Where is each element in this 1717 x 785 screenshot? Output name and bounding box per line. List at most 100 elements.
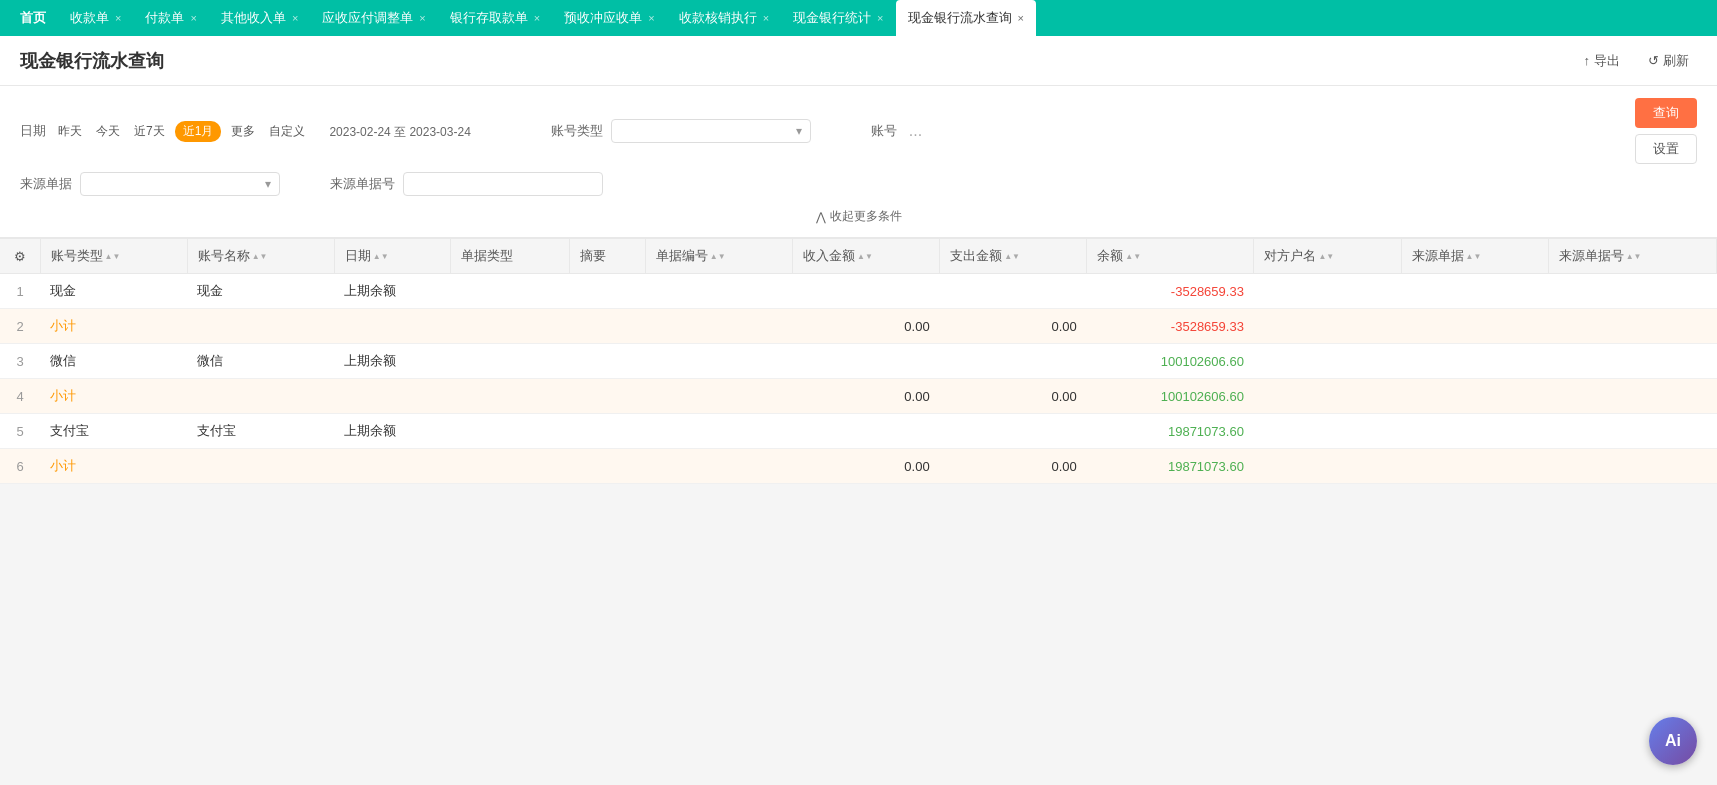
date-range-display: 2023-02-24 至 2023-03-24 bbox=[329, 122, 470, 141]
nav-cash-bank-stats-close[interactable]: × bbox=[877, 12, 883, 24]
table-header-row: ⚙ 账号类型▲▼ 账号名称▲▼ 日期▲▼ 单据类型 摘要 单据编号▲▼ 收入金额… bbox=[0, 239, 1717, 274]
row-account-name: 现金 bbox=[187, 274, 334, 309]
col-doc-type[interactable]: 单据类型 bbox=[451, 239, 569, 274]
account-type-select[interactable]: ▾ bbox=[611, 119, 811, 143]
sort-icon-date: ▲▼ bbox=[373, 252, 389, 261]
row-summary bbox=[569, 309, 645, 344]
date-btn-yesterday[interactable]: 昨天 bbox=[54, 121, 86, 142]
source-doc-no-label: 来源单据号 bbox=[330, 175, 395, 193]
table-row: 3微信微信上期余额100102606.60 bbox=[0, 344, 1717, 379]
date-btn-today[interactable]: 今天 bbox=[92, 121, 124, 142]
source-doc-label: 来源单据 bbox=[20, 175, 72, 193]
nav-receipt-label: 收款单 bbox=[70, 9, 109, 27]
col-summary[interactable]: 摘要 bbox=[569, 239, 645, 274]
nav-item-ar-ap-adjust[interactable]: 应收应付调整单 × bbox=[310, 0, 437, 36]
row-source-doc bbox=[1401, 344, 1548, 379]
row-income: 0.00 bbox=[792, 449, 939, 484]
nav-bank-deposit-close[interactable]: × bbox=[534, 12, 540, 24]
table-row: 1现金现金上期余额-3528659.33 bbox=[0, 274, 1717, 309]
nav-receipt-close[interactable]: × bbox=[115, 12, 121, 24]
row-account-type: 小计 bbox=[40, 379, 187, 414]
row-doc-type bbox=[451, 274, 569, 309]
source-doc-select[interactable]: ▾ bbox=[80, 172, 280, 196]
nav-item-cash-bank-flow[interactable]: 现金银行流水查询 × bbox=[896, 0, 1036, 36]
table-settings-icon[interactable]: ⚙ bbox=[14, 249, 26, 264]
row-balance: 100102606.60 bbox=[1087, 379, 1254, 414]
row-summary bbox=[569, 344, 645, 379]
row-expense bbox=[940, 344, 1087, 379]
row-doc-no bbox=[645, 274, 792, 309]
nav-item-collection-exec[interactable]: 收款核销执行 × bbox=[667, 0, 781, 36]
source-doc-no-filter-group: 来源单据号 bbox=[330, 172, 603, 196]
nav-item-cash-bank-stats[interactable]: 现金银行统计 × bbox=[781, 0, 895, 36]
row-summary bbox=[569, 449, 645, 484]
source-doc-no-input[interactable] bbox=[403, 172, 603, 196]
row-date: 上期余额 bbox=[334, 414, 451, 449]
row-balance: -3528659.33 bbox=[1087, 274, 1254, 309]
row-account-type: 小计 bbox=[40, 449, 187, 484]
col-settings[interactable]: ⚙ bbox=[0, 239, 40, 274]
account-type-label: 账号类型 bbox=[551, 122, 603, 140]
row-summary bbox=[569, 274, 645, 309]
nav-cash-bank-stats-label: 现金银行统计 bbox=[793, 9, 871, 27]
nav-payment-close[interactable]: × bbox=[190, 12, 196, 24]
data-table: ⚙ 账号类型▲▼ 账号名称▲▼ 日期▲▼ 单据类型 摘要 单据编号▲▼ 收入金额… bbox=[0, 238, 1717, 484]
row-no: 1 bbox=[0, 274, 40, 309]
col-source-doc[interactable]: 来源单据▲▼ bbox=[1401, 239, 1548, 274]
sort-icon-expense: ▲▼ bbox=[1004, 252, 1020, 261]
nav-ar-ap-close[interactable]: × bbox=[419, 12, 425, 24]
col-income[interactable]: 收入金额▲▼ bbox=[792, 239, 939, 274]
query-button[interactable]: 查询 bbox=[1635, 98, 1697, 128]
nav-advance-offset-close[interactable]: × bbox=[648, 12, 654, 24]
row-balance: -3528659.33 bbox=[1087, 309, 1254, 344]
date-btn-7days[interactable]: 近7天 bbox=[130, 121, 169, 142]
nav-item-payment[interactable]: 付款单 × bbox=[133, 0, 208, 36]
col-balance[interactable]: 余额▲▼ bbox=[1087, 239, 1254, 274]
row-source-doc-no bbox=[1548, 274, 1716, 309]
col-expense[interactable]: 支出金额▲▼ bbox=[940, 239, 1087, 274]
date-btn-1month[interactable]: 近1月 bbox=[175, 121, 222, 142]
nav-item-home[interactable]: 首页 bbox=[8, 0, 58, 36]
date-btn-more[interactable]: 更多 bbox=[227, 121, 259, 142]
row-source-doc-no bbox=[1548, 309, 1716, 344]
row-counterparty bbox=[1254, 344, 1401, 379]
nav-home-label: 首页 bbox=[20, 9, 46, 27]
row-account-name bbox=[187, 449, 334, 484]
row-no: 6 bbox=[0, 449, 40, 484]
row-date: 上期余额 bbox=[334, 344, 451, 379]
row-account-name bbox=[187, 379, 334, 414]
source-doc-filter-group: 来源单据 ▾ bbox=[20, 172, 280, 196]
row-counterparty bbox=[1254, 274, 1401, 309]
row-doc-no bbox=[645, 449, 792, 484]
nav-item-receipt[interactable]: 收款单 × bbox=[58, 0, 133, 36]
nav-item-other-income[interactable]: 其他收入单 × bbox=[209, 0, 310, 36]
date-shortcuts: 昨天 今天 近7天 近1月 更多 自定义 bbox=[54, 121, 309, 142]
nav-item-advance-offset[interactable]: 预收冲应收单 × bbox=[552, 0, 666, 36]
collapse-button[interactable]: ⋀ 收起更多条件 bbox=[20, 204, 1697, 229]
row-source-doc-no bbox=[1548, 344, 1716, 379]
nav-other-income-close[interactable]: × bbox=[292, 12, 298, 24]
account-dots[interactable]: ... bbox=[905, 122, 926, 140]
row-no: 5 bbox=[0, 414, 40, 449]
col-account-type[interactable]: 账号类型▲▼ bbox=[40, 239, 187, 274]
export-button[interactable]: ↑ 导出 bbox=[1576, 48, 1629, 74]
sort-icon-account-type: ▲▼ bbox=[105, 252, 121, 261]
row-no: 2 bbox=[0, 309, 40, 344]
settings-button[interactable]: 设置 bbox=[1635, 134, 1697, 164]
col-date[interactable]: 日期▲▼ bbox=[334, 239, 451, 274]
col-counterparty[interactable]: 对方户名▲▼ bbox=[1254, 239, 1401, 274]
nav-collection-exec-close[interactable]: × bbox=[763, 12, 769, 24]
row-summary bbox=[569, 379, 645, 414]
account-filter-group: 账号 ... bbox=[871, 122, 926, 140]
date-filter-label: 日期 bbox=[20, 122, 46, 140]
date-btn-custom[interactable]: 自定义 bbox=[265, 121, 309, 142]
nav-cash-bank-flow-close[interactable]: × bbox=[1018, 12, 1024, 24]
col-source-doc-no[interactable]: 来源单据号▲▼ bbox=[1548, 239, 1716, 274]
nav-item-bank-deposit[interactable]: 银行存取款单 × bbox=[438, 0, 552, 36]
table-row: 2小计0.000.00-3528659.33 bbox=[0, 309, 1717, 344]
row-income bbox=[792, 274, 939, 309]
col-account-name[interactable]: 账号名称▲▼ bbox=[187, 239, 334, 274]
col-doc-no[interactable]: 单据编号▲▼ bbox=[645, 239, 792, 274]
refresh-button[interactable]: ↺ 刷新 bbox=[1640, 48, 1697, 74]
row-account-type: 小计 bbox=[40, 309, 187, 344]
